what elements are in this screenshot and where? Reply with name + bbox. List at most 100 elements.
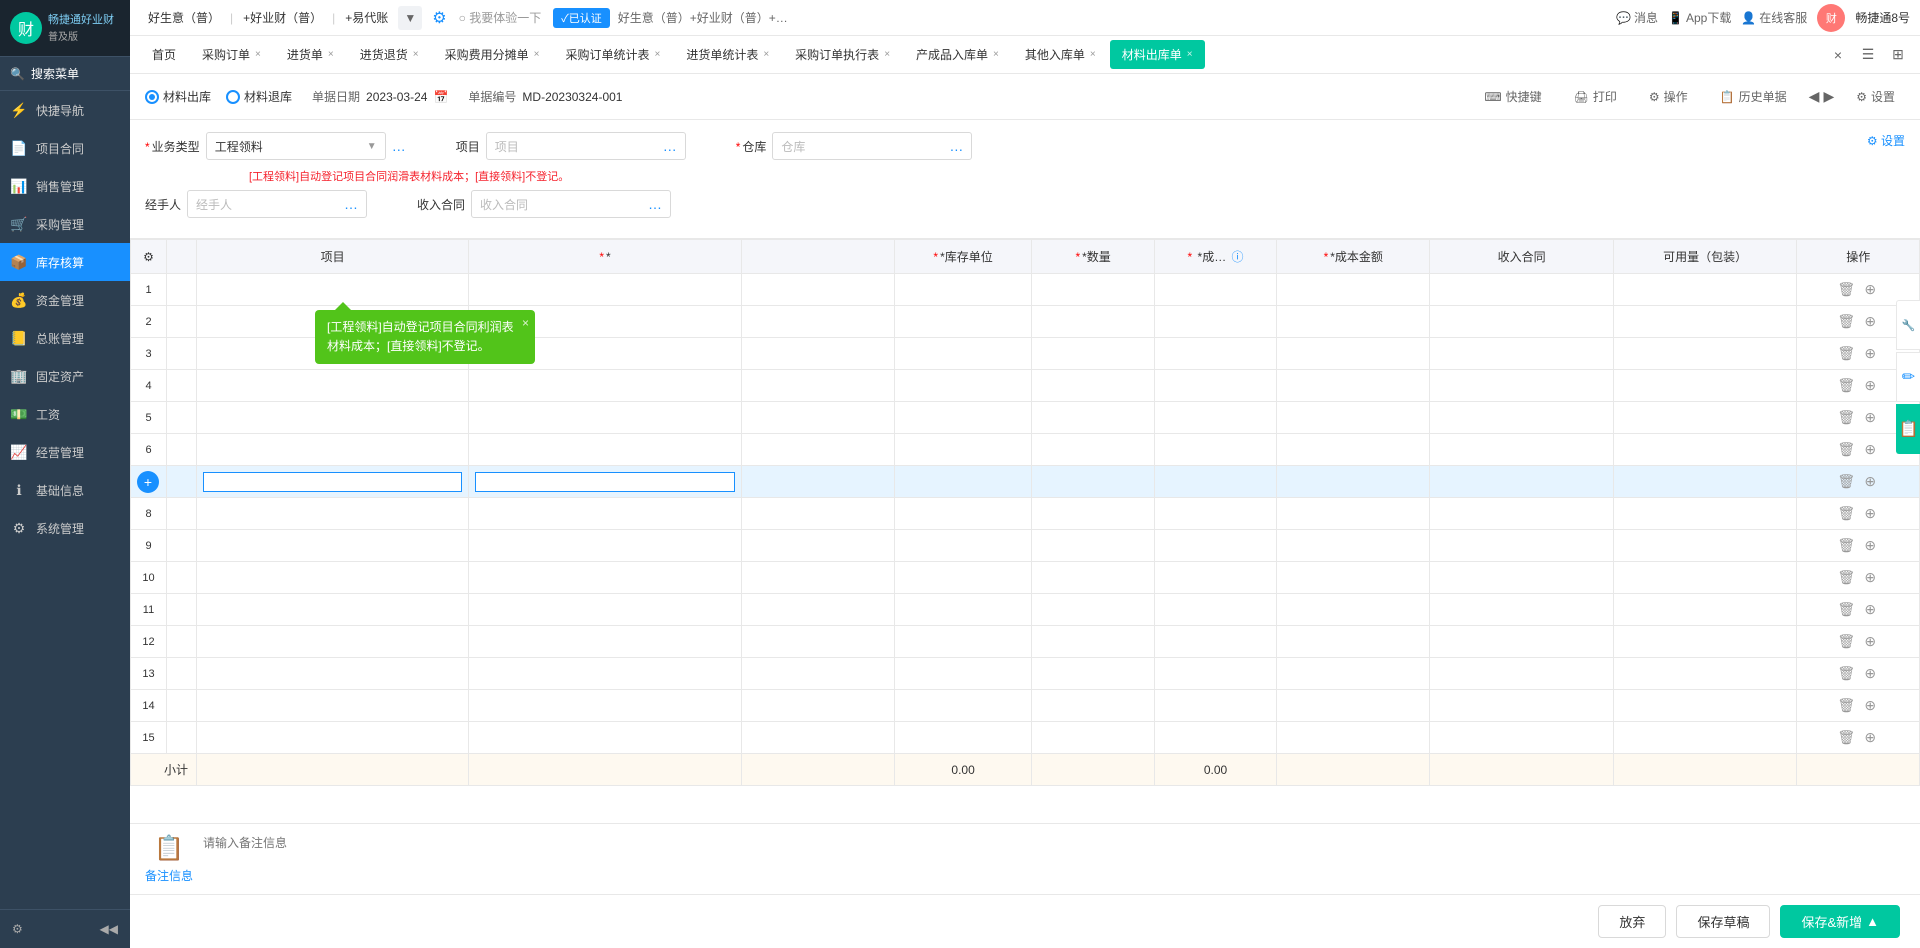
- cell[interactable]: [741, 626, 894, 658]
- copy-row-btn[interactable]: ⊕: [1860, 440, 1880, 460]
- cell[interactable]: [1032, 594, 1154, 626]
- cell[interactable]: [469, 402, 741, 434]
- tab-home[interactable]: 首页: [140, 40, 188, 69]
- app-download-btn[interactable]: 📱 App下载: [1668, 9, 1731, 26]
- cell[interactable]: [894, 562, 1032, 594]
- copy-row-btn[interactable]: ⊕: [1860, 408, 1880, 428]
- cell[interactable]: [1613, 434, 1797, 466]
- cell[interactable]: [1032, 402, 1154, 434]
- warehouse-input[interactable]: 仓库 …: [772, 132, 972, 160]
- cell[interactable]: [1430, 530, 1614, 562]
- cell[interactable]: [894, 370, 1032, 402]
- calendar-icon[interactable]: 📅: [433, 90, 448, 104]
- prev-btn[interactable]: ◀: [1809, 88, 1820, 105]
- cell[interactable]: [1154, 594, 1276, 626]
- copy-row-btn[interactable]: ⊕: [1860, 472, 1880, 492]
- handler-input[interactable]: 经手人 …: [187, 190, 367, 218]
- sidebar-item-sales[interactable]: 📊 销售管理: [0, 167, 130, 205]
- settings-btn[interactable]: ⚙: [432, 8, 446, 28]
- tooltip-close-btn[interactable]: ×: [522, 314, 529, 333]
- row-input-1[interactable]: [203, 472, 462, 492]
- cell[interactable]: [1613, 562, 1797, 594]
- cell[interactable]: [1613, 306, 1797, 338]
- sidebar-item-quick-nav[interactable]: ⚡ 快捷导航: [0, 91, 130, 129]
- sidebar-item-basic-info[interactable]: ℹ 基础信息: [0, 471, 130, 509]
- cell[interactable]: [1032, 562, 1154, 594]
- col-settings[interactable]: ⚙: [131, 240, 167, 274]
- delete-row-btn[interactable]: 🗑: [1836, 664, 1856, 684]
- cell[interactable]: [1430, 498, 1614, 530]
- cell[interactable]: [1154, 370, 1276, 402]
- cell[interactable]: [1032, 690, 1154, 722]
- cell[interactable]: [1430, 402, 1614, 434]
- cell[interactable]: [197, 530, 469, 562]
- quick-key-btn[interactable]: ⌨ 快捷键: [1474, 84, 1551, 109]
- cell[interactable]: [1032, 498, 1154, 530]
- cell[interactable]: [1277, 530, 1430, 562]
- cell[interactable]: [741, 370, 894, 402]
- cell[interactable]: [1613, 626, 1797, 658]
- business-type-input[interactable]: 工程领料 ▼: [206, 132, 386, 160]
- cell[interactable]: [1032, 658, 1154, 690]
- cell[interactable]: [1154, 658, 1276, 690]
- row-input-2[interactable]: [475, 472, 734, 492]
- online-service-btn[interactable]: 👤 在线客服: [1741, 9, 1807, 26]
- copy-row-btn[interactable]: ⊕: [1860, 728, 1880, 748]
- cell[interactable]: [741, 690, 894, 722]
- copy-row-btn[interactable]: ⊕: [1860, 536, 1880, 556]
- project-dots[interactable]: …: [663, 138, 677, 154]
- cell[interactable]: [894, 498, 1032, 530]
- cell[interactable]: [894, 722, 1032, 754]
- tab-purchase-stat[interactable]: 采购订单统计表×: [553, 40, 672, 69]
- radio-material-out[interactable]: 材料出库: [145, 88, 211, 105]
- cell[interactable]: [1613, 466, 1797, 498]
- copy-row-btn[interactable]: ⊕: [1860, 632, 1880, 652]
- cell[interactable]: [894, 434, 1032, 466]
- cell[interactable]: [1430, 306, 1614, 338]
- cell[interactable]: [1154, 530, 1276, 562]
- cell[interactable]: [1613, 402, 1797, 434]
- tab-close-icon[interactable]: ×: [1090, 49, 1096, 60]
- cell[interactable]: [469, 722, 741, 754]
- cell[interactable]: [1430, 434, 1614, 466]
- cell[interactable]: [1154, 274, 1276, 306]
- tab-in-stat[interactable]: 进货单统计表×: [674, 40, 781, 69]
- radio-material-return[interactable]: 材料退库: [226, 88, 292, 105]
- cell[interactable]: [1032, 466, 1154, 498]
- cell[interactable]: [1032, 434, 1154, 466]
- copy-row-btn[interactable]: ⊕: [1860, 600, 1880, 620]
- cell[interactable]: [1032, 722, 1154, 754]
- cell[interactable]: [1154, 690, 1276, 722]
- sidebar-item-purchase[interactable]: 🛒 采购管理: [0, 205, 130, 243]
- tab-close-icon[interactable]: ×: [534, 49, 540, 60]
- cell[interactable]: [1277, 370, 1430, 402]
- cell[interactable]: [1613, 370, 1797, 402]
- cell[interactable]: [1032, 626, 1154, 658]
- discard-button[interactable]: 放弃: [1598, 905, 1666, 938]
- cell[interactable]: [1277, 690, 1430, 722]
- cell[interactable]: [197, 594, 469, 626]
- tab-purchase-return[interactable]: 进货退货×: [348, 40, 431, 69]
- copy-row-btn[interactable]: ⊕: [1860, 664, 1880, 684]
- cell[interactable]: [197, 434, 469, 466]
- cell[interactable]: [741, 402, 894, 434]
- cell[interactable]: [1277, 338, 1430, 370]
- cell[interactable]: [1613, 722, 1797, 754]
- cell[interactable]: [1277, 466, 1430, 498]
- cell[interactable]: [741, 338, 894, 370]
- cell[interactable]: [894, 306, 1032, 338]
- cell[interactable]: [469, 658, 741, 690]
- delete-row-btn[interactable]: 🗑: [1836, 600, 1856, 620]
- cell[interactable]: [469, 274, 741, 306]
- cell[interactable]: [197, 402, 469, 434]
- cell[interactable]: [741, 498, 894, 530]
- tab-close-icon[interactable]: ×: [884, 49, 890, 60]
- cell[interactable]: [1613, 530, 1797, 562]
- cell[interactable]: [469, 690, 741, 722]
- top-nav-agent[interactable]: +易代账: [337, 5, 396, 30]
- cell[interactable]: [741, 658, 894, 690]
- top-nav-finance[interactable]: +好业财（普）: [235, 5, 330, 30]
- delete-row-btn[interactable]: 🗑: [1836, 344, 1856, 364]
- notes-input[interactable]: [203, 834, 1905, 884]
- cell[interactable]: [741, 530, 894, 562]
